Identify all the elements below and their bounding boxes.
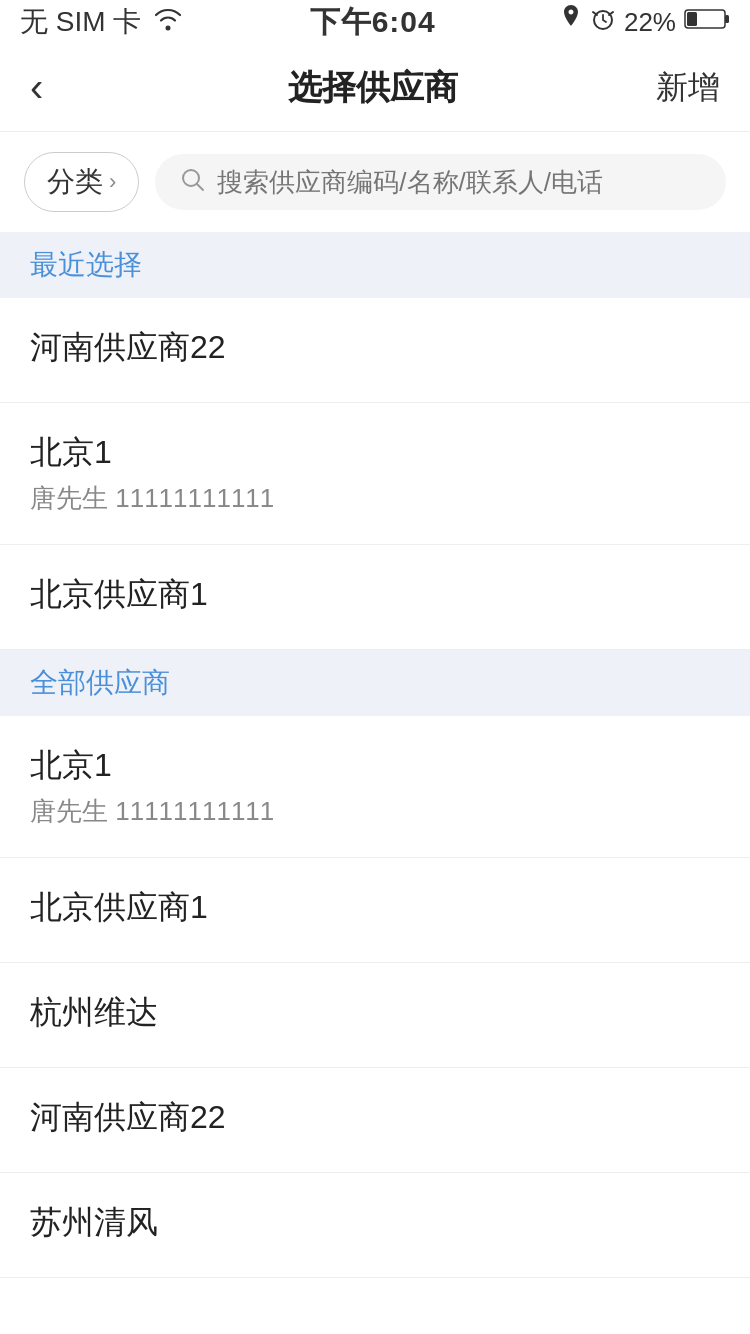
time-display: 下午6:04 xyxy=(310,2,436,43)
item-sub: 唐先生 11111111111 xyxy=(30,794,720,829)
list-item[interactable]: 北京1 唐先生 11111111111 xyxy=(0,716,750,858)
category-button[interactable]: 分类 › xyxy=(24,152,139,212)
back-button[interactable]: ‹ xyxy=(30,65,90,110)
add-button[interactable]: 新增 xyxy=(656,66,720,110)
search-box xyxy=(155,154,726,210)
item-name: 北京供应商1 xyxy=(30,886,720,930)
item-name: 北京1 xyxy=(30,744,720,788)
filter-bar: 分类 › xyxy=(0,132,750,232)
category-label: 分类 xyxy=(47,163,103,201)
svg-rect-3 xyxy=(687,12,697,26)
location-icon xyxy=(560,5,582,40)
item-name: 河南供应商22 xyxy=(30,326,720,370)
list-item[interactable]: 北京1 唐先生 11111111111 xyxy=(0,403,750,545)
carrier-text: 无 SIM 卡 xyxy=(20,3,141,41)
status-left: 无 SIM 卡 xyxy=(20,3,185,41)
list-item[interactable]: 杭州维达 xyxy=(0,963,750,1068)
item-sub: 唐先生 11111111111 xyxy=(30,481,720,516)
battery-icon xyxy=(684,7,730,38)
list-item[interactable]: 北京供应商1 xyxy=(0,858,750,963)
recent-list: 河南供应商22 北京1 唐先生 11111111111 北京供应商1 xyxy=(0,298,750,650)
item-name: 北京供应商1 xyxy=(30,573,720,617)
item-name: 苏州清风 xyxy=(30,1201,720,1245)
list-item[interactable]: 苏州清风 xyxy=(0,1173,750,1278)
list-item[interactable]: 北京供应商1 xyxy=(0,545,750,650)
nav-bar: ‹ 选择供应商 新增 xyxy=(0,44,750,132)
item-name: 北京1 xyxy=(30,431,720,475)
recent-section-header: 最近选择 xyxy=(0,232,750,298)
list-item[interactable]: 河南供应商22 xyxy=(0,1068,750,1173)
wifi-icon xyxy=(151,6,185,38)
search-icon xyxy=(179,166,207,198)
item-name: 河南供应商22 xyxy=(30,1096,720,1140)
all-list: 北京1 唐先生 11111111111 北京供应商1 杭州维达河南供应商22 苏州清风 xyxy=(0,716,750,1278)
alarm-icon xyxy=(590,6,616,39)
all-section-header: 全部供应商 xyxy=(0,650,750,716)
search-input[interactable] xyxy=(217,167,702,198)
status-bar: 无 SIM 卡 下午6:04 22% xyxy=(0,0,750,44)
svg-rect-2 xyxy=(725,15,729,23)
page-title: 选择供应商 xyxy=(288,65,458,111)
status-right: 22% xyxy=(560,5,730,40)
item-name: 杭州维达 xyxy=(30,991,720,1035)
list-item[interactable]: 河南供应商22 xyxy=(0,298,750,403)
chevron-right-icon: › xyxy=(109,169,116,195)
battery-text: 22% xyxy=(624,7,676,38)
